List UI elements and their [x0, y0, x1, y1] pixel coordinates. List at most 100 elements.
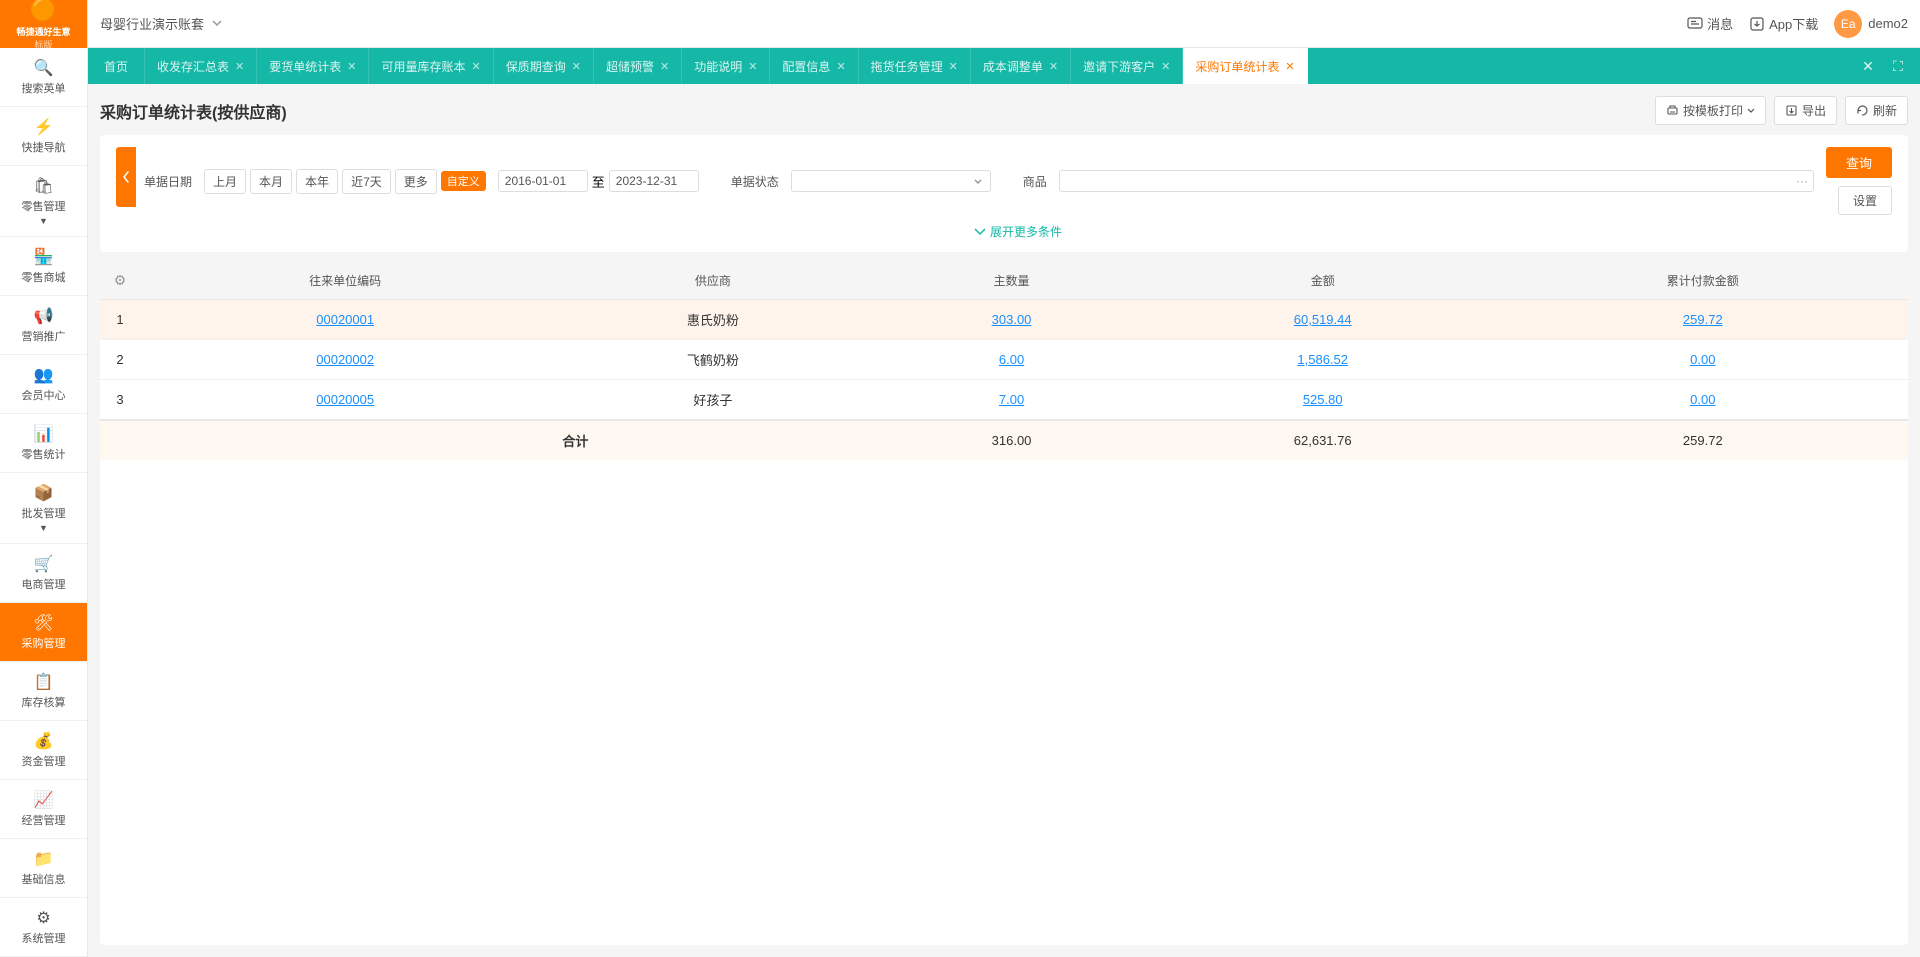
- tab-close-chengbentiaozhen[interactable]: ✕: [1049, 60, 1058, 73]
- tab-close-shoufayuhui[interactable]: ✕: [235, 60, 244, 73]
- tab-home[interactable]: 首页: [88, 48, 145, 84]
- sidebar-item-retailstat[interactable]: 📊 零售统计: [0, 414, 87, 473]
- tab-caigoudan[interactable]: 采购订单统计表✕: [1183, 48, 1307, 84]
- sidebar-label-business: 经营管理: [22, 812, 66, 828]
- row-code-1[interactable]: 00020002: [140, 340, 550, 380]
- tab-tuohuorenwu[interactable]: 拖货任务管理✕: [859, 48, 971, 84]
- sidebar-item-basic[interactable]: 📁 基础信息: [0, 839, 87, 898]
- filter-collapse-button[interactable]: [116, 147, 136, 207]
- tab-chaochuyujing[interactable]: 超储预警✕: [594, 48, 682, 84]
- search-icon: 🔍: [34, 58, 54, 78]
- user-menu[interactable]: Ea demo2: [1834, 10, 1908, 38]
- tab-close-yaoqingxiayou[interactable]: ✕: [1161, 60, 1170, 73]
- refresh-button[interactable]: 刷新: [1845, 96, 1908, 125]
- tab-close-tuohuorenwu[interactable]: ✕: [949, 60, 958, 73]
- date-btn-7days[interactable]: 近7天: [342, 169, 391, 194]
- row-qty-1[interactable]: 6.00: [875, 340, 1148, 380]
- avatar: Ea: [1834, 10, 1862, 38]
- date-btn-last-month[interactable]: 上月: [204, 169, 246, 194]
- row-paid-2[interactable]: 0.00: [1498, 380, 1908, 421]
- tab-baozhiqi[interactable]: 保质期查询✕: [494, 48, 594, 84]
- tab-peizhixinxi[interactable]: 配置信息 ✕: [770, 48, 858, 84]
- app-download-button[interactable]: App下载: [1749, 14, 1818, 33]
- row-code-0[interactable]: 00020001: [140, 300, 550, 340]
- table-header-settings[interactable]: ⚙: [100, 262, 140, 300]
- sidebar-item-finance[interactable]: 💰 资金管理: [0, 721, 87, 780]
- tab-yaohuo[interactable]: 要货单统计表✕: [257, 48, 369, 84]
- print-button[interactable]: 按模板打印: [1655, 96, 1766, 125]
- row-amount-1[interactable]: 1,586.52: [1148, 340, 1498, 380]
- sidebar-item-marketing[interactable]: 📢 营销推广: [0, 296, 87, 355]
- tab-close-button[interactable]: ✕: [1854, 52, 1882, 80]
- table-header-amount: 金额: [1148, 262, 1498, 300]
- status-filter-select[interactable]: [791, 170, 991, 192]
- goods-filter-more-icon[interactable]: ···: [1796, 174, 1808, 188]
- tab-close-peizhixinxi[interactable]: ✕: [836, 60, 845, 73]
- tab-close-caigoudan[interactable]: ✕: [1285, 60, 1294, 73]
- sidebar-label-purchase: 采购管理: [22, 635, 66, 651]
- quicknav-icon: ⚡: [34, 117, 54, 137]
- table-row[interactable]: 1 00020001 惠氏奶粉 303.00 60,519.44 259.72: [100, 300, 1908, 340]
- tab-close-yaohuo[interactable]: ✕: [347, 60, 356, 73]
- row-amount-0[interactable]: 60,519.44: [1148, 300, 1498, 340]
- row-qty-2[interactable]: 7.00: [875, 380, 1148, 421]
- query-button[interactable]: 查询: [1826, 147, 1892, 178]
- date-from-input[interactable]: [498, 170, 588, 192]
- sidebar-item-retail[interactable]: 🛍 零售管理 ▼: [0, 166, 87, 237]
- tab-keyong[interactable]: 可用量库存账本✕: [369, 48, 493, 84]
- tab-gongneng[interactable]: 功能说明✕: [682, 48, 770, 84]
- goods-filter-input[interactable]: [1059, 170, 1814, 192]
- sidebar-item-wholesale[interactable]: 📦 批发管理 ▼: [0, 473, 87, 544]
- row-no-0: 1: [100, 300, 140, 340]
- settings-button[interactable]: 设置: [1838, 186, 1892, 215]
- tab-shoufayuhui[interactable]: 收发存汇总表✕: [145, 48, 257, 84]
- tab-close-keyong[interactable]: ✕: [472, 60, 481, 73]
- sidebar-item-search[interactable]: 🔍 搜索英单: [0, 48, 87, 107]
- row-amount-2[interactable]: 525.80: [1148, 380, 1498, 421]
- page-header: 采购订单统计表(按供应商) 按模板打印 导出 刷新: [100, 96, 1908, 125]
- expand-filter-button[interactable]: 展开更多条件: [974, 223, 1062, 240]
- tab-close-gongneng[interactable]: ✕: [748, 60, 757, 73]
- table-row[interactable]: 2 00020002 飞鹤奶粉 6.00 1,586.52 0.00: [100, 340, 1908, 380]
- sidebar-item-ecommerce[interactable]: 🛒 电商管理: [0, 544, 87, 603]
- footer-label: 合计: [550, 420, 875, 460]
- top-bar: 母婴行业演示账套 消息 App下载 Ea demo2: [88, 0, 1920, 48]
- data-table: ⚙ 往来单位编码 供应商 主数量 金额 累计付款金额 1 00020001 惠氏…: [100, 262, 1908, 460]
- tab-bar-right: ✕ ⛶: [1854, 52, 1920, 80]
- row-paid-1[interactable]: 0.00: [1498, 340, 1908, 380]
- status-filter-label: 单据状态: [731, 173, 779, 190]
- sidebar-item-quicknav[interactable]: ⚡ 快捷导航: [0, 107, 87, 166]
- sidebar-label-marketing: 营销推广: [22, 328, 66, 344]
- sidebar-item-retailshop[interactable]: 🏪 零售商城: [0, 237, 87, 296]
- column-settings-icon[interactable]: ⚙: [114, 272, 127, 288]
- tab-close-chaochuyujing[interactable]: ✕: [660, 60, 669, 73]
- sidebar-item-system[interactable]: ⚙ 系统管理: [0, 898, 87, 957]
- filter-row-1: 单据日期 上月 本月 本年 近7天 更多 自定义 至: [144, 147, 1892, 215]
- export-button[interactable]: 导出: [1774, 96, 1837, 125]
- row-supplier-2: 好孩子: [550, 380, 875, 421]
- message-button[interactable]: 消息: [1687, 14, 1733, 33]
- main-area: 母婴行业演示账套 消息 App下载 Ea demo2 首页收发存汇总表✕要货单统…: [88, 0, 1920, 957]
- date-btn-more[interactable]: 更多: [395, 169, 437, 194]
- table-row[interactable]: 3 00020005 好孩子 7.00 525.80 0.00: [100, 380, 1908, 421]
- sidebar-item-member[interactable]: 👥 会员中心: [0, 355, 87, 414]
- sidebar-item-business[interactable]: 📈 经营管理: [0, 780, 87, 839]
- row-code-2[interactable]: 00020005: [140, 380, 550, 421]
- tab-chengbentiaozhen[interactable]: 成本调整单✕: [971, 48, 1071, 84]
- date-to-input[interactable]: [609, 170, 699, 192]
- date-btn-this-month[interactable]: 本月: [250, 169, 292, 194]
- row-supplier-0: 惠氏奶粉: [550, 300, 875, 340]
- business-icon: 📈: [34, 790, 54, 810]
- tab-label-peizhixinxi: 配置信息: [782, 58, 830, 75]
- row-paid-0[interactable]: 259.72: [1498, 300, 1908, 340]
- sidebar-item-inventory[interactable]: 📋 库存核算: [0, 662, 87, 721]
- content-area: 采购订单统计表(按供应商) 按模板打印 导出 刷新: [88, 84, 1920, 957]
- tab-expand-button[interactable]: ⛶: [1884, 52, 1912, 80]
- sidebar-label-retailstat: 零售统计: [22, 446, 66, 462]
- tab-close-baozhiqi[interactable]: ✕: [572, 60, 581, 73]
- tab-yaoqingxiayou[interactable]: 邀请下游客户✕: [1071, 48, 1183, 84]
- row-qty-0[interactable]: 303.00: [875, 300, 1148, 340]
- sidebar-item-purchase[interactable]: 🛠 采购管理: [0, 603, 87, 662]
- date-btn-this-year[interactable]: 本年: [296, 169, 338, 194]
- sidebar: 🟠 畅捷通好生意 标版 🔍 搜索英单 ⚡ 快捷导航 🛍 零售管理 ▼🏪 零售商城…: [0, 0, 88, 957]
